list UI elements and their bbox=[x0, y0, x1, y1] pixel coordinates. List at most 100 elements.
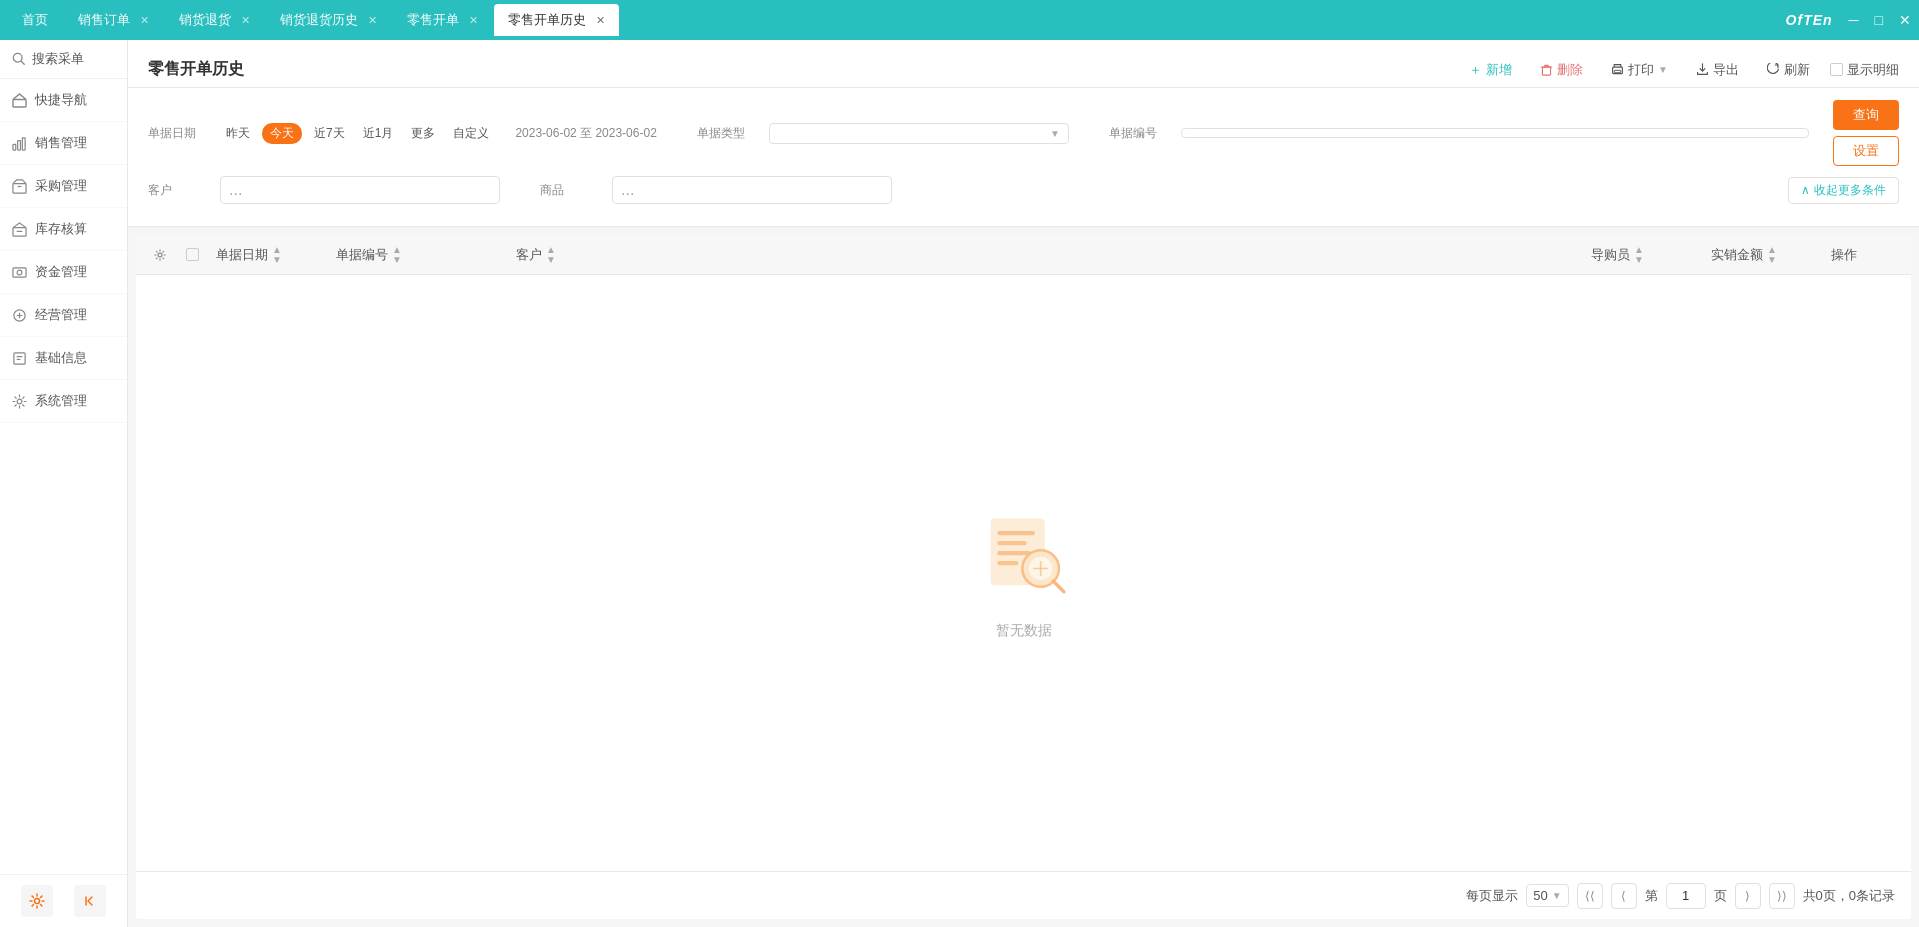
sidebar-item-inventory-label: 库存核算 bbox=[35, 220, 87, 238]
svg-rect-26 bbox=[997, 541, 1026, 545]
th-guide[interactable]: 导购员 ▲▼ bbox=[1583, 245, 1703, 265]
per-page-value: 50 bbox=[1533, 888, 1547, 903]
sidebar-item-operations[interactable]: 经营管理 bbox=[0, 294, 127, 337]
svg-point-17 bbox=[34, 899, 39, 904]
content-area: 零售开单历史 ＋ 新增 删除 打印 ▼ 导出 bbox=[128, 40, 1919, 927]
collapse-icon bbox=[82, 893, 98, 909]
print-dropdown-icon: ▼ bbox=[1658, 64, 1668, 75]
next-page-btn[interactable]: ⟩ bbox=[1735, 883, 1761, 909]
close-sales-return-icon[interactable]: ✕ bbox=[241, 14, 250, 27]
date-btn-more[interactable]: 更多 bbox=[405, 123, 441, 144]
close-sales-return-history-icon[interactable]: ✕ bbox=[368, 14, 377, 27]
th-amount-label: 实销金额 bbox=[1711, 246, 1763, 264]
svg-rect-2 bbox=[13, 99, 26, 107]
tab-home-label: 首页 bbox=[22, 11, 48, 29]
settings-gear-btn[interactable] bbox=[21, 885, 53, 917]
per-page-label: 每页显示 bbox=[1466, 887, 1518, 905]
sidebar-item-finance[interactable]: 资金管理 bbox=[0, 251, 127, 294]
th-number[interactable]: 单据编号 ▲▼ bbox=[328, 245, 508, 265]
th-op-label: 操作 bbox=[1831, 246, 1857, 264]
refresh-button[interactable]: 刷新 bbox=[1759, 57, 1818, 83]
page-title: 零售开单历史 bbox=[148, 59, 244, 80]
minimize-btn[interactable]: ─ bbox=[1849, 12, 1859, 28]
th-amount[interactable]: 实销金额 ▲▼ bbox=[1703, 245, 1823, 265]
svg-rect-3 bbox=[13, 144, 16, 150]
sidebar-item-purchase-mgmt[interactable]: 采购管理 bbox=[0, 165, 127, 208]
table-select-all[interactable] bbox=[176, 248, 208, 261]
tab-sales-return[interactable]: 销货退货 ✕ bbox=[165, 4, 264, 36]
sidebar-item-finance-label: 资金管理 bbox=[35, 263, 87, 281]
th-customer[interactable]: 客户 ▲▼ bbox=[508, 245, 1583, 265]
collapse-label: 收起更多条件 bbox=[1814, 182, 1886, 199]
collapse-button[interactable]: ∧ 收起更多条件 bbox=[1788, 177, 1899, 204]
delete-icon bbox=[1540, 63, 1553, 76]
product-label: 商品 bbox=[540, 182, 596, 199]
tab-retail-open[interactable]: 零售开单 ✕ bbox=[393, 4, 492, 36]
close-retail-open-history-icon[interactable]: ✕ bbox=[596, 14, 605, 27]
sort-guide-icon: ▲▼ bbox=[1634, 245, 1644, 265]
maximize-btn[interactable]: □ bbox=[1875, 12, 1883, 28]
box-icon bbox=[12, 179, 27, 194]
prev-page-btn[interactable]: ⟨ bbox=[1611, 883, 1637, 909]
product-input[interactable]: ... bbox=[612, 176, 892, 204]
doc-number-input[interactable] bbox=[1181, 128, 1809, 138]
date-btn-custom[interactable]: 自定义 bbox=[447, 123, 495, 144]
first-page-btn[interactable]: ⟨⟨ bbox=[1577, 883, 1603, 909]
last-page-btn[interactable]: ⟩⟩ bbox=[1769, 883, 1795, 909]
select-all-checkbox bbox=[186, 248, 199, 261]
table-settings-btn[interactable] bbox=[144, 248, 176, 262]
add-icon: ＋ bbox=[1469, 61, 1482, 79]
nav-tabs: 首页 销售订单 ✕ 销货退货 ✕ 销货退货历史 ✕ 零售开单 ✕ 零售开单历史 … bbox=[8, 4, 1786, 36]
delete-button[interactable]: 删除 bbox=[1532, 57, 1591, 83]
export-label: 导出 bbox=[1713, 61, 1739, 79]
sort-number-icon: ▲▼ bbox=[392, 245, 402, 265]
window-controls: OfTEn ─ □ ✕ bbox=[1786, 12, 1911, 28]
doc-number-label: 单据编号 bbox=[1109, 125, 1165, 142]
close-btn[interactable]: ✕ bbox=[1899, 12, 1911, 28]
print-label: 打印 bbox=[1628, 61, 1654, 79]
doc-type-select[interactable]: ▼ bbox=[769, 123, 1069, 144]
empty-state: 暂无数据 bbox=[136, 275, 1911, 871]
query-button[interactable]: 查询 bbox=[1833, 100, 1899, 130]
date-btn-today[interactable]: 今天 bbox=[262, 123, 302, 144]
collapse-sidebar-btn[interactable] bbox=[74, 885, 106, 917]
filter-row-2: 客户 ... 商品 ... ∧ 收起更多条件 bbox=[148, 176, 1899, 204]
sidebar-search[interactable]: 搜索采单 bbox=[0, 40, 127, 79]
date-btn-7days[interactable]: 近7天 bbox=[308, 123, 351, 144]
sidebar-item-quick-nav[interactable]: 快捷导航 bbox=[0, 79, 127, 122]
print-button[interactable]: 打印 ▼ bbox=[1603, 57, 1676, 83]
add-button[interactable]: ＋ 新增 bbox=[1461, 57, 1520, 83]
tab-retail-open-history[interactable]: 零售开单历史 ✕ bbox=[494, 4, 619, 36]
close-retail-open-icon[interactable]: ✕ bbox=[469, 14, 478, 27]
sort-amount-icon: ▲▼ bbox=[1767, 245, 1777, 265]
display-detail-checkbox[interactable]: 显示明细 bbox=[1830, 61, 1899, 79]
tab-sales-return-label: 销货退货 bbox=[179, 11, 231, 29]
date-btn-yesterday[interactable]: 昨天 bbox=[220, 123, 256, 144]
jump-word: 第 bbox=[1645, 887, 1658, 905]
tab-sales-order[interactable]: 销售订单 ✕ bbox=[64, 4, 163, 36]
brand-text: OfTEn bbox=[1786, 12, 1833, 28]
page-number-input[interactable] bbox=[1666, 883, 1706, 909]
sidebar-bottom bbox=[0, 874, 127, 927]
tab-sales-return-history[interactable]: 销货退货历史 ✕ bbox=[266, 4, 391, 36]
sidebar-item-inventory[interactable]: 库存核算 bbox=[0, 208, 127, 251]
customer-input[interactable]: ... bbox=[220, 176, 500, 204]
svg-line-31 bbox=[1053, 581, 1064, 592]
per-page-select[interactable]: 50 ▼ bbox=[1526, 884, 1568, 907]
export-button[interactable]: 导出 bbox=[1688, 57, 1747, 83]
settings-button[interactable]: 设置 bbox=[1833, 136, 1899, 166]
sidebar-item-sales-mgmt[interactable]: 销售管理 bbox=[0, 122, 127, 165]
close-sales-order-icon[interactable]: ✕ bbox=[140, 14, 149, 27]
date-btn-1month[interactable]: 近1月 bbox=[357, 123, 400, 144]
tab-home[interactable]: 首页 bbox=[8, 4, 62, 36]
sidebar-item-basic-info[interactable]: 基础信息 bbox=[0, 337, 127, 380]
svg-rect-5 bbox=[22, 137, 25, 149]
checkbox-icon bbox=[1830, 63, 1843, 76]
main-layout: 搜索采单 快捷导航 销售管理 采购管理 库存核算 资金管理 经营管理 基础信息 bbox=[0, 40, 1919, 927]
action-buttons: 查询 设置 bbox=[1833, 100, 1899, 166]
th-date[interactable]: 单据日期 ▲▼ bbox=[208, 245, 328, 265]
svg-rect-22 bbox=[1614, 70, 1621, 72]
sidebar-item-system[interactable]: 系统管理 bbox=[0, 380, 127, 423]
doc-type-dropdown-icon: ▼ bbox=[1050, 128, 1060, 139]
th-number-label: 单据编号 bbox=[336, 246, 388, 264]
